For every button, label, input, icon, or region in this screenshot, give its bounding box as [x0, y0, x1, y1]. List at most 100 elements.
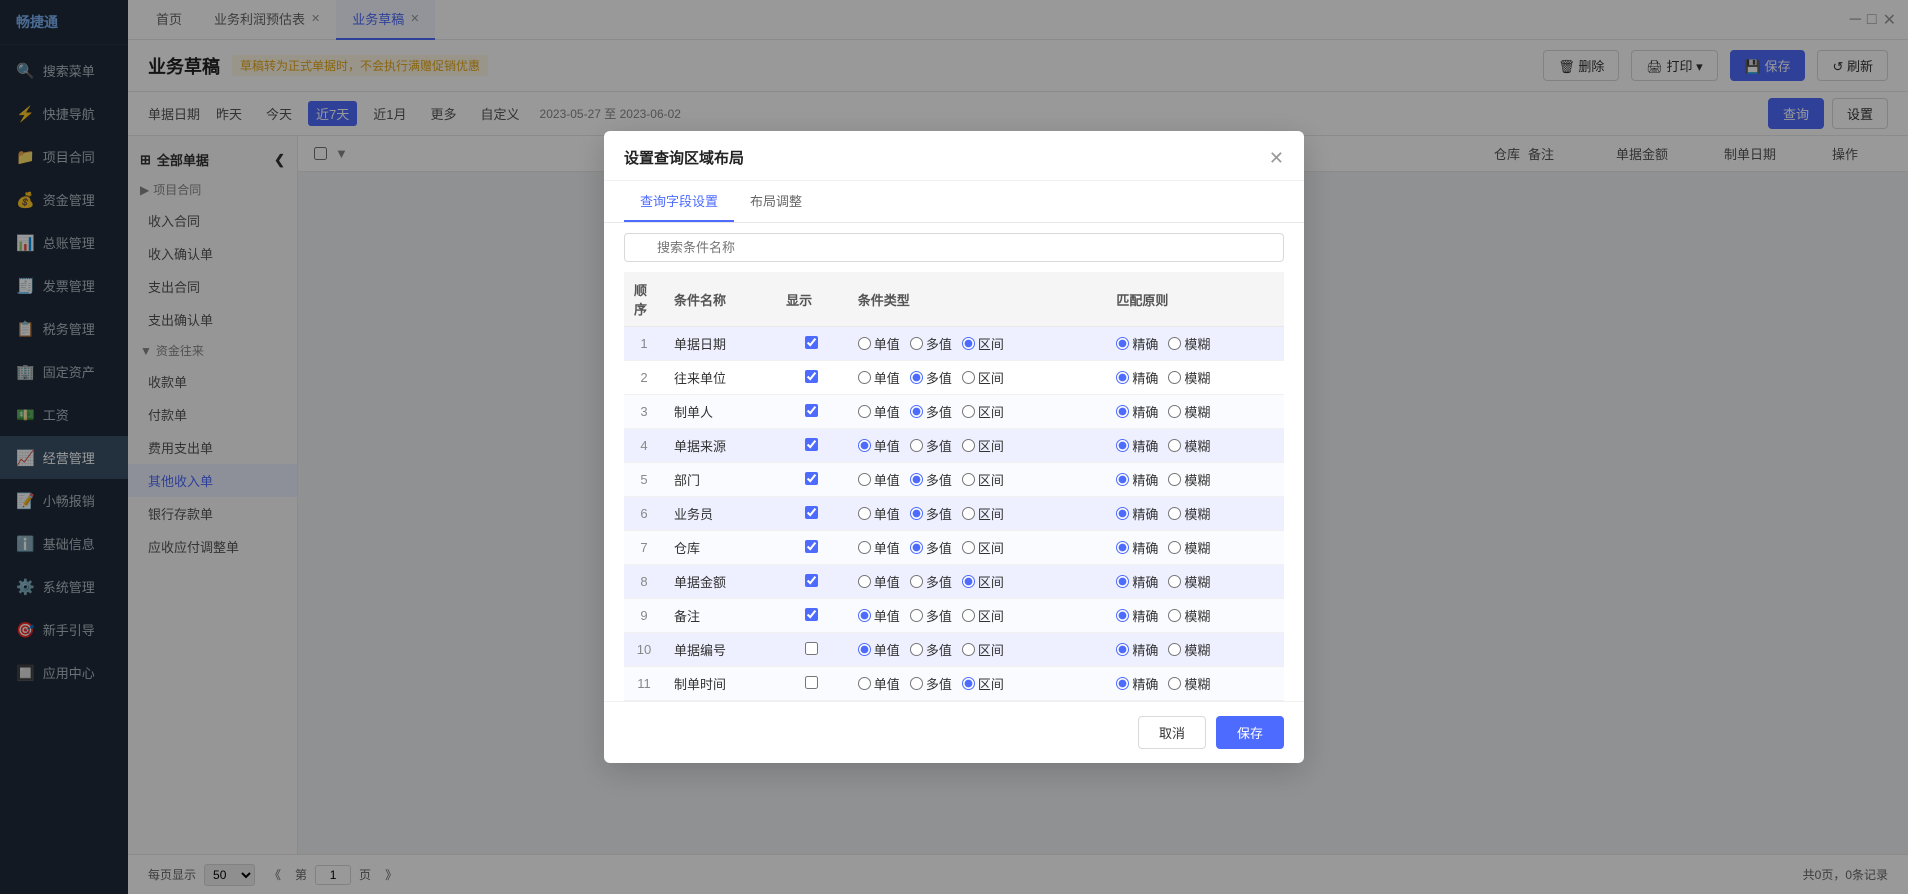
tab-field-settings[interactable]: 查询字段设置 [624, 181, 734, 222]
dialog-header: 设置查询区域布局 ✕ [604, 131, 1304, 181]
match-radio-模糊[interactable]: 模糊 [1168, 334, 1210, 353]
type-radio-单值[interactable]: 单值 [858, 640, 900, 659]
type-radio-区间[interactable]: 区间 [962, 334, 1004, 353]
type-radio-区间[interactable]: 区间 [962, 674, 1004, 693]
type-radio-多值[interactable]: 多值 [910, 470, 952, 489]
save-dialog-button[interactable]: 保存 [1216, 716, 1284, 749]
type-radio-单值[interactable]: 单值 [858, 470, 900, 489]
match-radio-精确[interactable]: 精确 [1116, 606, 1158, 625]
type-radio-多值[interactable]: 多值 [910, 640, 952, 659]
type-radio-多值[interactable]: 多值 [910, 368, 952, 387]
match-radio-精确[interactable]: 精确 [1116, 640, 1158, 659]
type-radio-多值[interactable]: 多值 [910, 334, 952, 353]
match-radio-模糊[interactable]: 模糊 [1168, 368, 1210, 387]
type-radio-区间[interactable]: 区间 [962, 606, 1004, 625]
type-radio-单值[interactable]: 单值 [858, 674, 900, 693]
cell-display[interactable] [776, 633, 848, 667]
match-radio-精确[interactable]: 精确 [1116, 538, 1158, 557]
match-radio-精确[interactable]: 精确 [1116, 334, 1158, 353]
match-radio-精确[interactable]: 精确 [1116, 402, 1158, 421]
type-radio-多值[interactable]: 多值 [910, 436, 952, 455]
type-radio-单值[interactable]: 单值 [858, 504, 900, 523]
dialog-close-button[interactable]: ✕ [1269, 149, 1284, 167]
cell-match: 精确模糊 [1106, 565, 1284, 599]
match-radio-精确[interactable]: 精确 [1116, 572, 1158, 591]
match-radio-模糊[interactable]: 模糊 [1168, 606, 1210, 625]
cancel-button[interactable]: 取消 [1138, 716, 1206, 749]
cell-display[interactable] [776, 497, 848, 531]
tab-layout-settings[interactable]: 布局调整 [734, 181, 818, 222]
table-row: 4单据来源单值多值区间精确模糊 [624, 429, 1284, 463]
type-radio-多值[interactable]: 多值 [910, 674, 952, 693]
cell-name: 业务员 [664, 497, 776, 531]
cell-display[interactable] [776, 599, 848, 633]
match-radio-模糊[interactable]: 模糊 [1168, 674, 1210, 693]
display-checkbox[interactable] [805, 472, 818, 485]
condition-search-input[interactable] [624, 233, 1284, 262]
type-radio-多值[interactable]: 多值 [910, 572, 952, 591]
match-radio-精确[interactable]: 精确 [1116, 674, 1158, 693]
cell-name: 制单人 [664, 395, 776, 429]
type-radio-区间[interactable]: 区间 [962, 538, 1004, 557]
match-radio-精确[interactable]: 精确 [1116, 504, 1158, 523]
match-radio-精确[interactable]: 精确 [1116, 436, 1158, 455]
cell-display[interactable] [776, 667, 848, 701]
type-radio-单值[interactable]: 单值 [858, 368, 900, 387]
match-radio-模糊[interactable]: 模糊 [1168, 538, 1210, 557]
table-row: 8单据金额单值多值区间精确模糊 [624, 565, 1284, 599]
col-order: 顺序 [624, 272, 664, 327]
display-checkbox[interactable] [805, 608, 818, 621]
type-radio-单值[interactable]: 单值 [858, 436, 900, 455]
display-checkbox[interactable] [805, 370, 818, 383]
cell-display[interactable] [776, 395, 848, 429]
display-checkbox[interactable] [805, 506, 818, 519]
match-radio-模糊[interactable]: 模糊 [1168, 572, 1210, 591]
match-radio-模糊[interactable]: 模糊 [1168, 640, 1210, 659]
cell-display[interactable] [776, 429, 848, 463]
type-radio-区间[interactable]: 区间 [962, 504, 1004, 523]
cell-match: 精确模糊 [1106, 667, 1284, 701]
match-radio-模糊[interactable]: 模糊 [1168, 504, 1210, 523]
match-radio-模糊[interactable]: 模糊 [1168, 402, 1210, 421]
match-radio-精确[interactable]: 精确 [1116, 368, 1158, 387]
display-checkbox[interactable] [805, 336, 818, 349]
type-radio-单值[interactable]: 单值 [858, 606, 900, 625]
match-radio-模糊[interactable]: 模糊 [1168, 436, 1210, 455]
display-checkbox[interactable] [805, 574, 818, 587]
cell-display[interactable] [776, 531, 848, 565]
type-radio-多值[interactable]: 多值 [910, 504, 952, 523]
type-radio-多值[interactable]: 多值 [910, 606, 952, 625]
type-radio-区间[interactable]: 区间 [962, 402, 1004, 421]
modal-overlay: 设置查询区域布局 ✕ 查询字段设置 布局调整 顺序 [0, 0, 1908, 894]
type-radio-区间[interactable]: 区间 [962, 436, 1004, 455]
type-radio-区间[interactable]: 区间 [962, 572, 1004, 591]
display-checkbox[interactable] [805, 540, 818, 553]
type-radio-区间[interactable]: 区间 [962, 470, 1004, 489]
display-checkbox[interactable] [805, 676, 818, 689]
settings-dialog: 设置查询区域布局 ✕ 查询字段设置 布局调整 顺序 [604, 131, 1304, 763]
table-row: 6业务员单值多值区间精确模糊 [624, 497, 1284, 531]
type-radio-区间[interactable]: 区间 [962, 368, 1004, 387]
type-radio-单值[interactable]: 单值 [858, 572, 900, 591]
display-checkbox[interactable] [805, 404, 818, 417]
cell-display[interactable] [776, 361, 848, 395]
cell-match: 精确模糊 [1106, 463, 1284, 497]
table-row: 2往来单位单值多值区间精确模糊 [624, 361, 1284, 395]
cell-match: 精确模糊 [1106, 633, 1284, 667]
type-radio-单值[interactable]: 单值 [858, 334, 900, 353]
type-radio-单值[interactable]: 单值 [858, 402, 900, 421]
cell-display[interactable] [776, 463, 848, 497]
match-radio-精确[interactable]: 精确 [1116, 470, 1158, 489]
type-radio-单值[interactable]: 单值 [858, 538, 900, 557]
type-radio-多值[interactable]: 多值 [910, 538, 952, 557]
display-checkbox[interactable] [805, 438, 818, 451]
cell-name: 部门 [664, 463, 776, 497]
type-radio-区间[interactable]: 区间 [962, 640, 1004, 659]
match-radio-模糊[interactable]: 模糊 [1168, 470, 1210, 489]
display-checkbox[interactable] [805, 642, 818, 655]
cell-display[interactable] [776, 327, 848, 361]
type-radio-多值[interactable]: 多值 [910, 402, 952, 421]
cell-name: 往来单位 [664, 361, 776, 395]
cell-display[interactable] [776, 565, 848, 599]
cell-type: 单值多值区间 [848, 565, 1107, 599]
